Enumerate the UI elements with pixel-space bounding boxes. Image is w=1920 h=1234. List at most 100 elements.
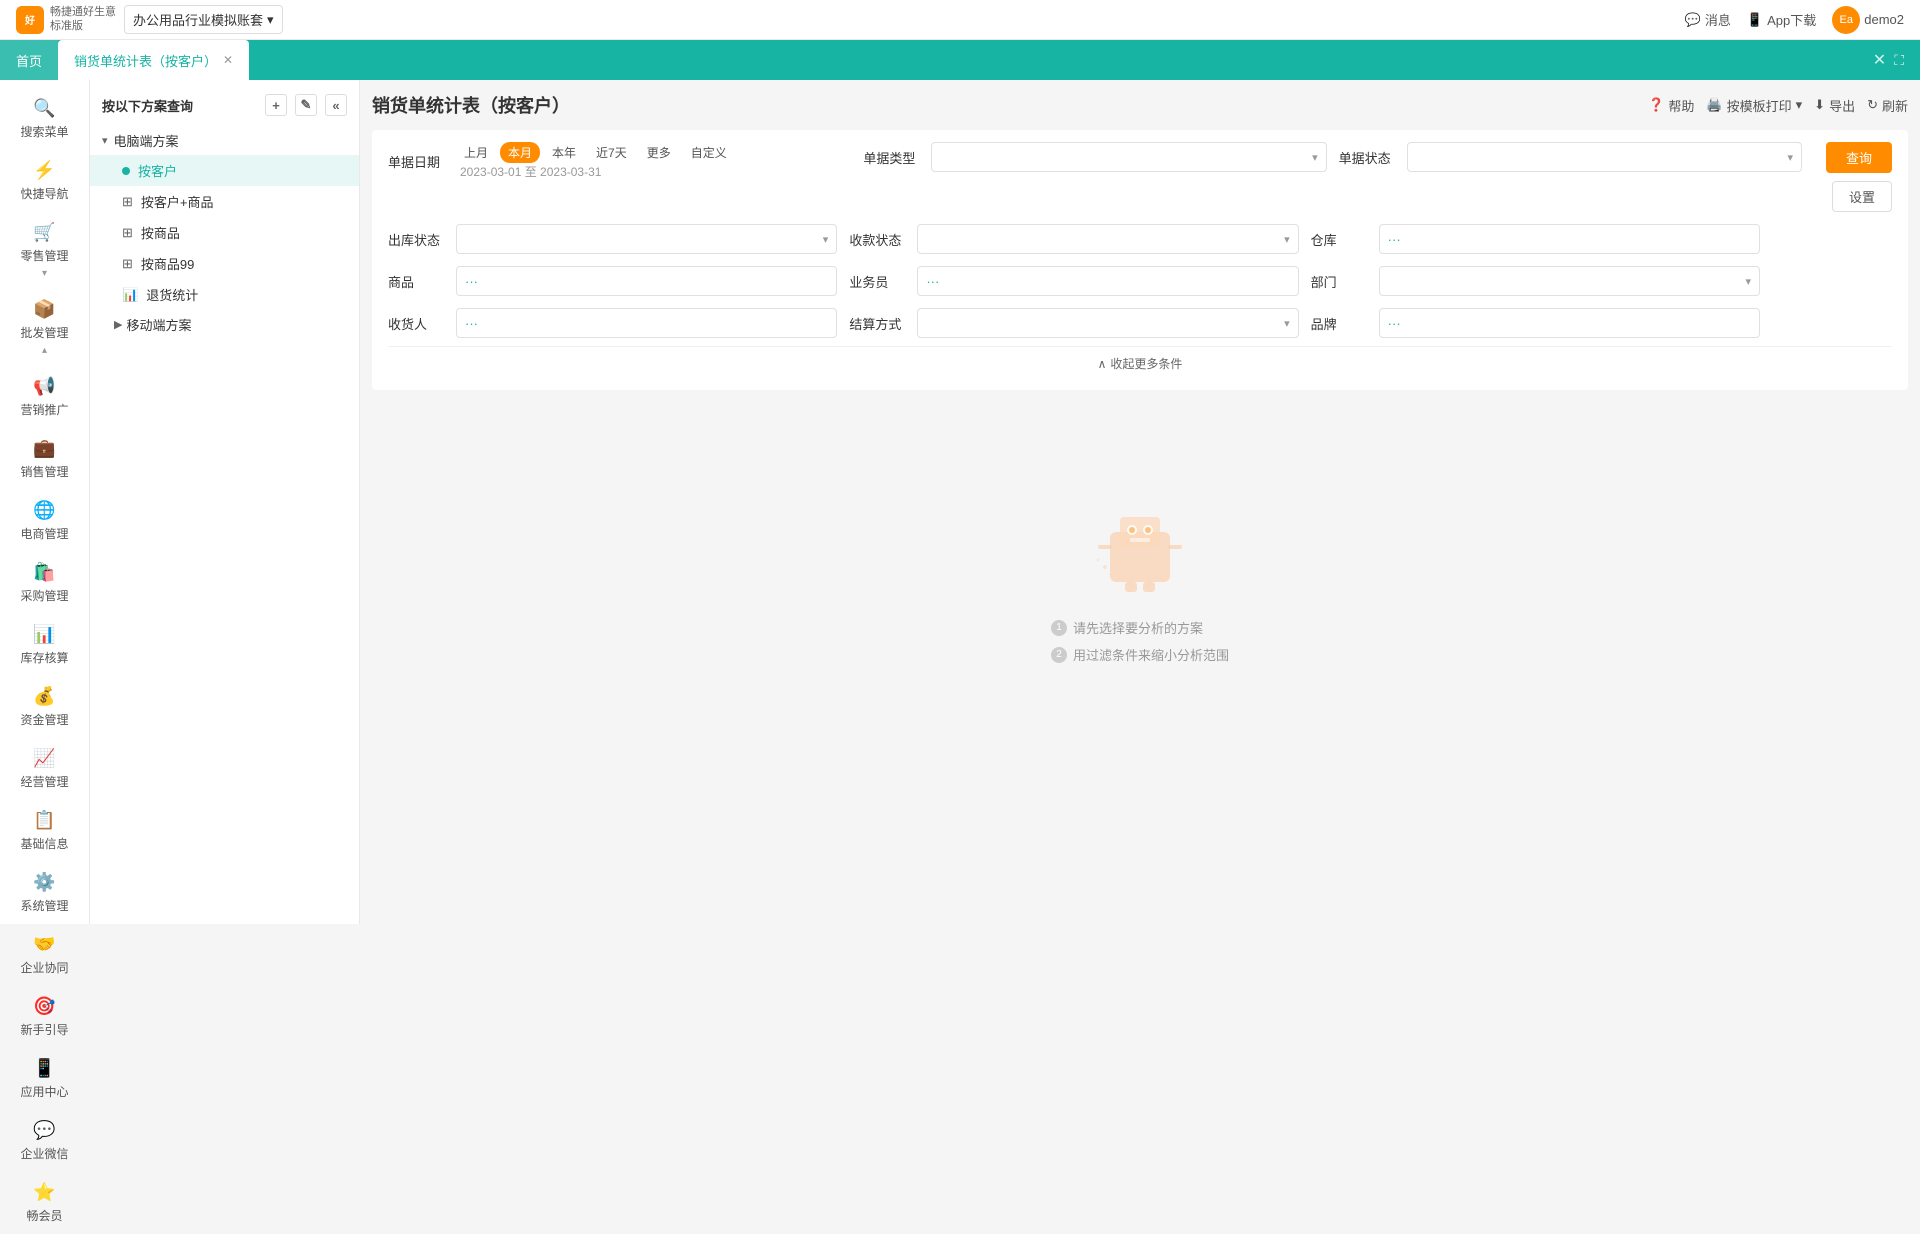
print-button[interactable]: 🖨️ 按模板打印 ▾ <box>1706 96 1802 115</box>
tab-maximize: ✕ ⛶ <box>1873 50 1920 70</box>
close-window-icon[interactable]: ✕ <box>1873 50 1886 70</box>
filter-item-out-status: 出库状态 ▾ <box>388 224 837 254</box>
date-tab-this-year[interactable]: 本年 <box>544 142 584 163</box>
refresh-button[interactable]: ↻ 刷新 <box>1867 96 1908 115</box>
grid-icon: ⊞ <box>122 225 133 241</box>
sidebar-item-enterprise-wechat[interactable]: 💬 企业微信 <box>0 1110 89 1172</box>
sidebar-item-purchase-mgmt[interactable]: 🛍️ 采购管理 <box>0 552 89 614</box>
brand-label: 品牌 <box>1311 314 1371 333</box>
date-tab-more[interactable]: 更多 <box>639 142 679 163</box>
date-tab-this-month[interactable]: 本月 <box>500 142 540 163</box>
filter-item-warehouse: 仓库 ··· <box>1311 224 1760 254</box>
date-tab-custom[interactable]: 自定义 <box>683 142 735 163</box>
sidebar-item-retail-mgmt[interactable]: 🛒 零售管理 ▾ <box>0 212 89 289</box>
tab-sales-stat[interactable]: 销货单统计表（按客户） ✕ <box>58 40 249 80</box>
chevron-up-icon: ∧ <box>1098 357 1107 371</box>
app-selector[interactable]: 办公用品行业模拟账套 ▾ <box>124 5 283 34</box>
app-download-button[interactable]: 📱 App下载 <box>1747 10 1816 29</box>
scheme-item-return-stat[interactable]: 📊 退货统计 <box>90 279 359 310</box>
chevron-down-icon: ▾ <box>1745 275 1751 288</box>
sidebar-item-member[interactable]: ⭐ 畅会员 <box>0 1172 89 1234</box>
shopping-icon: 🛍️ <box>33 562 55 583</box>
edit-icon: ✎ <box>301 97 312 113</box>
sidebar-item-onboarding[interactable]: 🎯 新手引导 <box>0 986 89 1048</box>
chevron-down-icon: ▾ <box>823 233 829 246</box>
logo-text: 畅捷通好生意 标准版 <box>50 6 116 32</box>
chevron-down-icon: ▾ <box>267 12 274 28</box>
tab-close-icon[interactable]: ✕ <box>223 53 233 67</box>
sidebar-item-basic-info[interactable]: 📋 基础信息 <box>0 800 89 862</box>
doc-type-select[interactable]: ▾ <box>931 142 1326 172</box>
chat-icon: 💬 <box>33 1120 55 1141</box>
user-menu[interactable]: Ea demo2 <box>1832 6 1904 34</box>
page-header: 销货单统计表（按客户） ❓ 帮助 🖨️ 按模板打印 ▾ ⬇ 导出 <box>372 92 1908 118</box>
filter-item-date: 单据日期 上月 本月 本年 近7天 更多 自定义 2023-03-01 至 20… <box>388 142 851 180</box>
sidebar-item-operations[interactable]: 📈 经营管理 <box>0 738 89 800</box>
sidebar-item-inventory[interactable]: 📊 库存核算 <box>0 614 89 676</box>
doc-type-label: 单据类型 <box>863 148 923 167</box>
maximize-icon[interactable]: ⛶ <box>1894 52 1904 69</box>
scheme-item-by-customer-product[interactable]: ⊞ 按客户+商品 <box>90 186 359 217</box>
settings-button[interactable]: 设置 <box>1832 181 1892 212</box>
sidebar-item-marketing[interactable]: 📢 营销推广 <box>0 366 89 428</box>
receipt-status-select[interactable]: ▾ <box>917 224 1298 254</box>
empty-hint-2: 2 用过滤条件来缩小分析范围 <box>1051 645 1229 664</box>
list-icon: 📋 <box>33 810 55 831</box>
bar-chart-icon: 📊 <box>122 287 138 303</box>
collapse-bar[interactable]: ∧ 收起更多条件 <box>388 346 1892 378</box>
search-icon: 🔍 <box>33 98 55 119</box>
brand-select[interactable]: ··· <box>1379 308 1760 338</box>
sidebar-item-enterprise-collab[interactable]: 🤝 企业协同 <box>0 924 89 986</box>
sidebar-item-app-center[interactable]: 📱 应用中心 <box>0 1048 89 1110</box>
sidebar-item-ecommerce-mgmt[interactable]: 🌐 电商管理 <box>0 490 89 552</box>
sidebar-item-finance[interactable]: 💰 资金管理 <box>0 676 89 738</box>
product-select[interactable]: ··· <box>456 266 837 296</box>
sidebar-item-system-mgmt[interactable]: ⚙️ 系统管理 <box>0 862 89 924</box>
warehouse-select[interactable]: ··· <box>1379 224 1760 254</box>
dept-select[interactable]: ▾ <box>1379 266 1760 296</box>
scheme-group-desktop-header[interactable]: ▾ 电脑端方案 <box>90 126 359 155</box>
sidebar-item-label: 库存核算 <box>20 649 68 666</box>
scheme-add-button[interactable]: + <box>265 94 287 116</box>
query-button[interactable]: 查询 <box>1826 142 1892 173</box>
scheme-edit-button[interactable]: ✎ <box>295 94 317 116</box>
scheme-item-by-customer[interactable]: 按客户 <box>90 155 359 186</box>
help-button[interactable]: ❓ 帮助 <box>1648 96 1694 115</box>
payment-select[interactable]: ▾ <box>917 308 1298 338</box>
scheme-group-mobile-header[interactable]: ▶ 移动端方案 <box>90 310 359 339</box>
scheme-item-by-product[interactable]: ⊞ 按商品 <box>90 217 359 248</box>
globe-icon: 🌐 <box>33 500 55 521</box>
chevron-down-icon: ▾ <box>1787 151 1793 164</box>
out-status-select[interactable]: ▾ <box>456 224 837 254</box>
scheme-item-by-product-99[interactable]: ⊞ 按商品99 <box>90 248 359 279</box>
doc-status-select[interactable]: ▾ <box>1407 142 1802 172</box>
salesperson-select[interactable]: ··· <box>917 266 1298 296</box>
consignee-select[interactable]: ··· <box>456 308 837 338</box>
sidebar-item-wholesale-mgmt[interactable]: 📦 批发管理 ▴ <box>0 289 89 366</box>
sidebar-item-label: 系统管理 <box>20 897 68 914</box>
sidebar-item-sales-mgmt[interactable]: 💼 销售管理 <box>0 428 89 490</box>
topbar-right: 💬 消息 📱 App下载 Ea demo2 <box>1685 6 1904 34</box>
date-tab-7days[interactable]: 近7天 <box>588 142 635 163</box>
help-icon: ❓ <box>1648 97 1664 113</box>
box-icon: 📦 <box>33 299 55 320</box>
receipt-status-label: 收款状态 <box>849 230 909 249</box>
sidebar-item-label: 企业协同 <box>20 959 68 976</box>
logo-area: 好 畅捷通好生意 标准版 <box>16 6 116 34</box>
content-area: 按以下方案查询 + ✎ « ▾ 电脑端方案 <box>90 80 1920 924</box>
sidebar-item-label: 应用中心 <box>20 1083 68 1100</box>
message-button[interactable]: 💬 消息 <box>1685 10 1731 29</box>
topbar-left: 好 畅捷通好生意 标准版 办公用品行业模拟账套 ▾ <box>16 5 283 34</box>
sidebar-item-search-menu[interactable]: 🔍 搜索菜单 <box>0 88 89 150</box>
scheme-collapse-button[interactable]: « <box>325 94 347 116</box>
export-button[interactable]: ⬇ 导出 <box>1814 96 1855 115</box>
gear-icon: ⚙️ <box>33 872 55 893</box>
chevron-up-icon: ▴ <box>42 345 47 356</box>
print-icon: 🖨️ <box>1706 97 1722 113</box>
chevron-down-icon: ▾ <box>1284 233 1290 246</box>
sidebar-item-quick-nav[interactable]: ⚡ 快捷导航 <box>0 150 89 212</box>
tab-home[interactable]: 首页 <box>0 40 58 80</box>
payment-label: 结算方式 <box>849 314 909 333</box>
trend-icon: 📈 <box>33 748 55 769</box>
date-tab-last-month[interactable]: 上月 <box>456 142 496 163</box>
